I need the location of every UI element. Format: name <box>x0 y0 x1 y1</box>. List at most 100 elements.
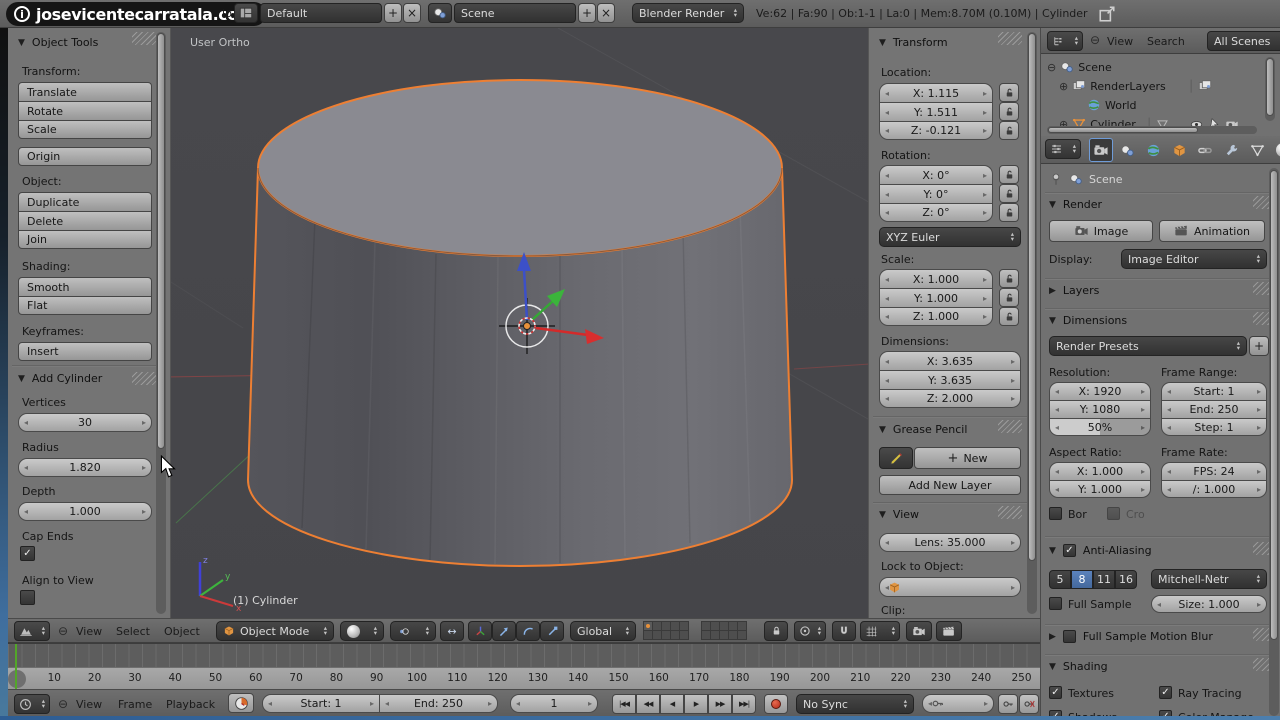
tab-constraints[interactable] <box>1193 138 1217 162</box>
pin-icon[interactable] <box>1049 172 1063 187</box>
proportional-edit-selector[interactable] <box>794 621 826 641</box>
timeline-end-field[interactable]: End: 250 <box>380 694 498 713</box>
current-frame-field[interactable]: 1 <box>510 694 598 713</box>
aa-filter-selector[interactable]: Mitchell-Netr <box>1151 569 1267 589</box>
outliner-item-label[interactable]: World <box>1105 99 1137 112</box>
viewport-canvas[interactable]: z y x User Ortho (1) Cylinder Object Too… <box>8 28 1040 618</box>
dimension-x-field[interactable]: X: 3.635 <box>879 351 1021 370</box>
render-panel-header[interactable]: Render <box>1049 198 1102 211</box>
duplicate-button[interactable]: Duplicate <box>18 192 152 211</box>
outliner-row-renderlayers[interactable]: RenderLayers │ <box>1059 77 1212 95</box>
timeline-hscroll-cap[interactable] <box>8 670 26 688</box>
scene-delete-button[interactable] <box>597 3 615 23</box>
transform-manipulator[interactable] <box>440 238 640 378</box>
insert-keyframe-button-timeline[interactable] <box>998 694 1018 714</box>
z-axis-arrowhead[interactable] <box>517 252 531 271</box>
motion-blur-panel-header[interactable]: Full Sample Motion Blur <box>1049 630 1213 643</box>
frame-start-field[interactable]: Start: 1 <box>1161 382 1267 400</box>
expand-icon[interactable] <box>1059 80 1068 93</box>
rotation-z-field[interactable]: Z: 0° <box>879 203 993 222</box>
layer-cell[interactable] <box>679 630 689 640</box>
collapse-menus-icon[interactable] <box>58 697 68 711</box>
add-new-layer-button[interactable]: Add New Layer <box>879 475 1021 495</box>
dimensions-panel-header[interactable]: Dimensions <box>1049 314 1127 327</box>
scene-add-button[interactable] <box>578 3 596 23</box>
textures-checkbox[interactable] <box>1049 686 1062 699</box>
grease-pencil-panel-header[interactable]: Grease Pencil <box>879 423 967 436</box>
properties-scrollbar-thumb[interactable] <box>1270 170 1278 640</box>
motion-blur-checkbox[interactable] <box>1062 630 1076 643</box>
scale-button[interactable]: Scale <box>18 120 152 139</box>
keying-set-field[interactable] <box>922 694 994 713</box>
outliner-item-label[interactable]: RenderLayers <box>1090 80 1166 93</box>
rotation-x-field[interactable]: X: 0° <box>879 165 993 184</box>
scene-icon-button[interactable] <box>428 3 452 23</box>
collapse-menus-icon[interactable] <box>58 624 68 638</box>
location-y-field[interactable]: Y: 1.511 <box>879 102 993 121</box>
rotation-y-lock-button[interactable] <box>999 184 1019 203</box>
scale-x-lock-button[interactable] <box>999 269 1019 288</box>
collapse-icon[interactable] <box>1047 61 1056 74</box>
rotate-manipulator-button[interactable] <box>516 621 540 641</box>
snap-toggle-button[interactable] <box>832 621 856 641</box>
scale-x-field[interactable]: X: 1.000 <box>879 269 993 288</box>
rotation-y-field[interactable]: Y: 0° <box>879 184 993 203</box>
resolution-x-field[interactable]: X: 1920 <box>1049 382 1151 400</box>
frame-step-field[interactable]: Step: 1 <box>1161 418 1267 436</box>
manipulator-toggle-button[interactable] <box>468 621 492 641</box>
add-preset-button[interactable] <box>1249 336 1269 356</box>
layers-panel-header[interactable]: Layers <box>1049 284 1099 297</box>
render-animation-button[interactable]: Animation <box>1159 220 1265 242</box>
auto-keyframe-record-button[interactable] <box>764 694 788 714</box>
select-menu[interactable]: Select <box>116 625 150 638</box>
tab-object-data[interactable] <box>1245 138 1269 162</box>
outliner-row-scene[interactable]: Scene <box>1047 58 1112 76</box>
duplicate-window-icon[interactable] <box>1098 5 1116 23</box>
dimension-y-field[interactable]: Y: 3.635 <box>879 370 1021 389</box>
tab-material-partial[interactable] <box>1271 138 1280 162</box>
editor-type-selector-3dview[interactable] <box>14 621 50 641</box>
timeline-start-field[interactable]: Start: 1 <box>262 694 380 713</box>
scale-y-lock-button[interactable] <box>999 288 1019 307</box>
n-panel-scrollbar-thumb[interactable] <box>1028 33 1036 561</box>
fps-base-field[interactable]: /: 1.000 <box>1161 480 1267 498</box>
rotation-mode-selector[interactable]: XYZ Euler <box>879 227 1021 247</box>
scene-selector[interactable]: Scene <box>454 3 576 23</box>
resolution-scale-slider[interactable]: 50% <box>1049 418 1151 436</box>
tab-scene[interactable] <box>1115 138 1139 162</box>
location-x-lock-button[interactable] <box>999 83 1019 102</box>
location-y-lock-button[interactable] <box>999 102 1019 121</box>
help-menu-remnant[interactable]: lp <box>222 7 232 20</box>
panel-drag-grip[interactable] <box>132 372 156 385</box>
scale-manipulator-button[interactable] <box>540 621 564 641</box>
location-x-field[interactable]: X: 1.115 <box>879 83 993 102</box>
outliner-view-menu[interactable]: View <box>1107 35 1133 48</box>
x-axis-arrowhead[interactable] <box>585 329 604 344</box>
layer-cell[interactable] <box>737 630 747 640</box>
anti-aliasing-panel-header[interactable]: Anti-Aliasing <box>1049 544 1152 557</box>
vertices-slider[interactable]: 30 <box>18 413 152 432</box>
align-to-view-checkbox[interactable] <box>20 590 35 605</box>
shading-panel-header[interactable]: Shading <box>1049 660 1108 673</box>
x-axis-handle[interactable] <box>535 326 589 337</box>
screen-layout-selector[interactable]: Default <box>260 3 382 23</box>
grease-pencil-new-button[interactable]: + New <box>914 447 1021 469</box>
tab-modifiers[interactable] <box>1219 138 1243 162</box>
render-presets-selector[interactable]: Render Presets <box>1049 336 1247 356</box>
screen-layout-icon-button[interactable] <box>234 3 258 23</box>
outliner-row-world[interactable]: World <box>1087 96 1137 114</box>
layers-widget[interactable] <box>643 621 754 640</box>
cap-ends-checkbox[interactable] <box>20 546 35 561</box>
pivot-point-selector[interactable] <box>390 621 436 641</box>
z-axis-handle[interactable] <box>522 269 529 321</box>
editor-type-selector-properties[interactable] <box>1045 139 1081 159</box>
lock-to-object-field[interactable] <box>879 577 1021 597</box>
panel-drag-grip[interactable] <box>132 32 156 45</box>
aa-size-field[interactable]: Size: 1.000 <box>1151 595 1267 613</box>
timeline-frame-menu[interactable]: Frame <box>118 698 152 711</box>
location-z-lock-button[interactable] <box>999 121 1019 140</box>
grease-pencil-draw-button[interactable] <box>879 447 913 469</box>
layers-grid[interactable] <box>701 621 754 640</box>
view-menu[interactable]: View <box>76 625 102 638</box>
editor-type-selector-outliner[interactable] <box>1047 31 1083 51</box>
